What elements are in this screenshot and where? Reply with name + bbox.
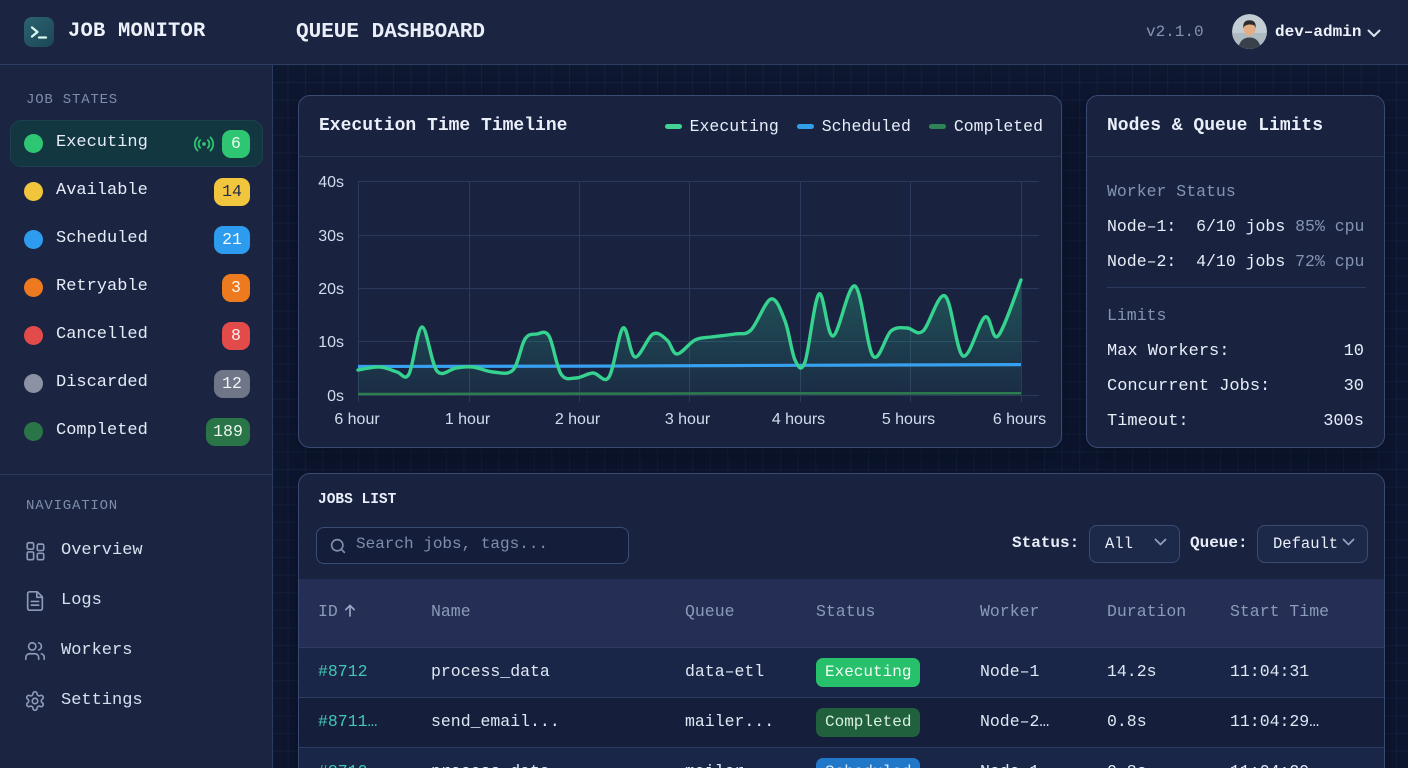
svg-text:20s: 20s: [318, 281, 344, 298]
svg-text:10s: 10s: [318, 334, 344, 351]
svg-text:40s: 40s: [318, 174, 344, 191]
svg-text:0s: 0s: [327, 388, 344, 405]
svg-text:6 hours: 6 hours: [993, 411, 1046, 428]
svg-text:1 hour: 1 hour: [445, 411, 491, 428]
svg-text:3 hour: 3 hour: [665, 411, 711, 428]
svg-text:4 hours: 4 hours: [772, 411, 825, 428]
svg-text:5 hours: 5 hours: [882, 411, 935, 428]
svg-text:30s: 30s: [318, 228, 344, 245]
svg-text:6 hour: 6 hour: [334, 411, 380, 428]
svg-text:2 hour: 2 hour: [555, 411, 601, 428]
